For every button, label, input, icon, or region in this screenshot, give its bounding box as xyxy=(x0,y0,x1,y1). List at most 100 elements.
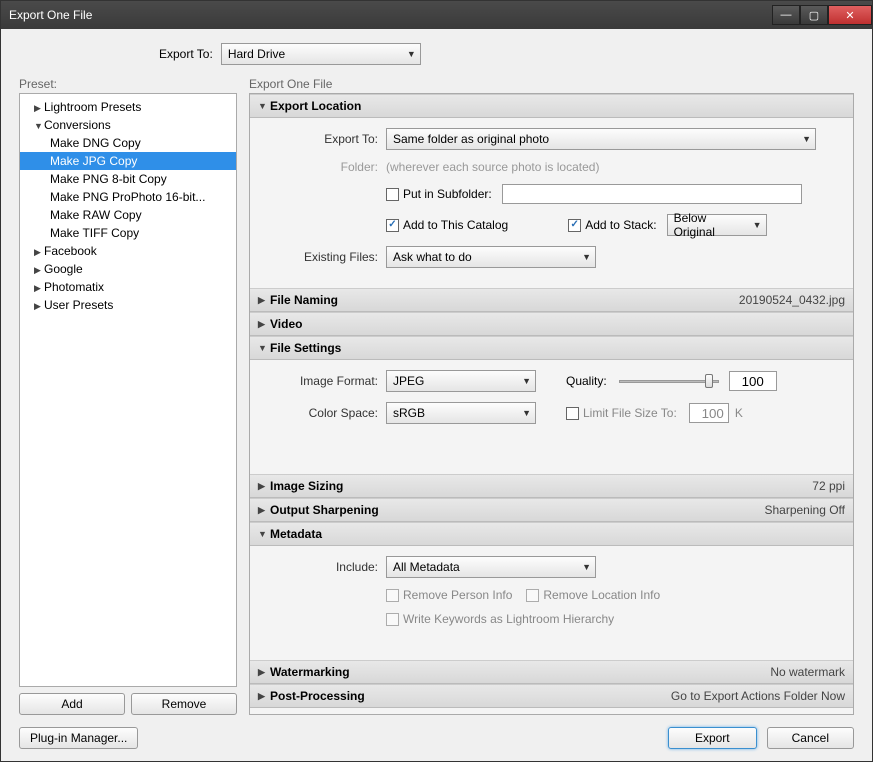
field-label: Folder: xyxy=(268,160,378,174)
preset-group-photomatix[interactable]: ▶Photomatix xyxy=(20,278,236,296)
cancel-button[interactable]: Cancel xyxy=(767,727,854,749)
preset-group-google[interactable]: ▶Google xyxy=(20,260,236,278)
add-to-catalog-checkbox[interactable] xyxy=(386,219,399,232)
preset-buttons: Add Remove xyxy=(19,693,237,715)
chevron-down-icon: ▼ xyxy=(802,134,811,144)
preset-group-user[interactable]: ▶User Presets xyxy=(20,296,236,314)
section-header-file-naming[interactable]: ▶ File Naming 20190524_0432.jpg xyxy=(250,288,853,312)
disclosure-down-icon: ▼ xyxy=(258,343,270,353)
window-title: Export One File xyxy=(9,8,772,22)
minimize-button[interactable]: — xyxy=(772,5,800,25)
quality-input[interactable] xyxy=(729,371,777,391)
preset-group-conversions[interactable]: ▼Conversions xyxy=(20,116,236,134)
preset-scroll[interactable]: ▶Lightroom Presets ▼Conversions Make DNG… xyxy=(20,94,236,686)
preset-item[interactable]: Make TIFF Copy xyxy=(20,224,236,242)
watermarking-summary: No watermark xyxy=(770,665,845,679)
close-button[interactable]: ✕ xyxy=(828,5,872,25)
remove-location-label: Remove Location Info xyxy=(543,588,660,602)
preset-listbox: ▶Lightroom Presets ▼Conversions Make DNG… xyxy=(19,93,237,687)
subfolder-input[interactable] xyxy=(502,184,802,204)
disclosure-right-icon: ▶ xyxy=(258,319,270,330)
existing-files-dropdown[interactable]: Ask what to do ▼ xyxy=(386,246,596,268)
plugin-manager-button[interactable]: Plug-in Manager... xyxy=(19,727,138,749)
dialog-content: Export To: Hard Drive ▼ Preset: ▶Lightro… xyxy=(1,29,872,761)
window-controls: — ▢ ✕ xyxy=(772,5,872,25)
chevron-down-icon: ▼ xyxy=(582,562,591,572)
add-to-stack-checkbox[interactable] xyxy=(568,219,581,232)
post-processing-summary: Go to Export Actions Folder Now xyxy=(671,689,845,703)
folder-value: (wherever each source photo is located) xyxy=(386,160,835,174)
quality-slider[interactable] xyxy=(619,371,719,391)
disclosure-right-icon: ▶ xyxy=(258,667,270,678)
settings-panel[interactable]: ▼ Export Location Export To: Same folder… xyxy=(249,93,854,715)
disclosure-right-icon: ▶ xyxy=(258,505,270,516)
remove-person-label: Remove Person Info xyxy=(403,588,512,602)
preset-item-selected[interactable]: Make JPG Copy xyxy=(20,152,236,170)
section-header-image-sizing[interactable]: ▶ Image Sizing 72 ppi xyxy=(250,474,853,498)
section-body: Image Format: JPEG ▼ Quality: xyxy=(250,360,853,474)
preset-column: Preset: ▶Lightroom Presets ▼Conversions … xyxy=(19,77,237,715)
chevron-down-icon: ▼ xyxy=(582,252,591,262)
export-to-dropdown[interactable]: Hard Drive ▼ xyxy=(221,43,421,65)
slider-thumb[interactable] xyxy=(705,374,713,388)
preset-group-facebook[interactable]: ▶Facebook xyxy=(20,242,236,260)
disclosure-right-icon: ▶ xyxy=(258,481,270,492)
preset-tree: ▶Lightroom Presets ▼Conversions Make DNG… xyxy=(20,94,236,318)
write-keywords-label: Write Keywords as Lightroom Hierarchy xyxy=(403,612,614,626)
preset-item[interactable]: Make DNG Copy xyxy=(20,134,236,152)
slider-track xyxy=(619,380,719,383)
image-format-dropdown[interactable]: JPEG ▼ xyxy=(386,370,536,392)
section-header-file-settings[interactable]: ▼ File Settings xyxy=(250,336,853,360)
section-body: Export To: Same folder as original photo… xyxy=(250,118,853,288)
location-export-to-dropdown[interactable]: Same folder as original photo ▼ xyxy=(386,128,816,150)
field-label: Existing Files: xyxy=(268,250,378,264)
section-header-export-location[interactable]: ▼ Export Location xyxy=(250,94,853,118)
disclosure-right-icon: ▶ xyxy=(34,283,44,294)
export-button[interactable]: Export xyxy=(668,727,757,749)
section-header-video[interactable]: ▶ Video xyxy=(250,312,853,336)
preset-item[interactable]: Make PNG ProPhoto 16-bit... xyxy=(20,188,236,206)
limit-file-size-input[interactable] xyxy=(689,403,729,423)
disclosure-right-icon: ▶ xyxy=(34,265,44,276)
section-export-location: ▼ Export Location Export To: Same folder… xyxy=(250,94,853,288)
titlebar[interactable]: Export One File — ▢ ✕ xyxy=(1,1,872,29)
put-in-subfolder-checkbox[interactable] xyxy=(386,188,399,201)
quality-label: Quality: xyxy=(566,374,607,388)
section-header-output-sharpening[interactable]: ▶ Output Sharpening Sharpening Off xyxy=(250,498,853,522)
disclosure-right-icon: ▶ xyxy=(34,247,44,258)
export-to-value: Hard Drive xyxy=(228,47,285,61)
put-in-subfolder-label: Put in Subfolder: xyxy=(403,187,492,201)
add-preset-button[interactable]: Add xyxy=(19,693,125,715)
remove-person-checkbox[interactable] xyxy=(386,589,399,602)
write-keywords-checkbox[interactable] xyxy=(386,613,399,626)
settings-label: Export One File xyxy=(249,77,854,91)
section-header-metadata[interactable]: ▼ Metadata xyxy=(250,522,853,546)
disclosure-right-icon: ▶ xyxy=(34,301,44,312)
limit-file-size-checkbox[interactable] xyxy=(566,407,579,420)
color-space-dropdown[interactable]: sRGB ▼ xyxy=(386,402,536,424)
metadata-include-dropdown[interactable]: All Metadata ▼ xyxy=(386,556,596,578)
disclosure-right-icon: ▶ xyxy=(258,691,270,702)
add-to-catalog-label: Add to This Catalog xyxy=(403,218,508,232)
preset-item[interactable]: Make RAW Copy xyxy=(20,206,236,224)
preset-item[interactable]: Make PNG 8-bit Copy xyxy=(20,170,236,188)
preset-group-lightroom[interactable]: ▶Lightroom Presets xyxy=(20,98,236,116)
remove-preset-button[interactable]: Remove xyxy=(131,693,237,715)
output-sharpening-summary: Sharpening Off xyxy=(764,503,845,517)
disclosure-down-icon: ▼ xyxy=(34,121,44,131)
section-file-settings: ▼ File Settings Image Format: JPEG ▼ xyxy=(250,336,853,474)
section-header-post-processing[interactable]: ▶ Post-Processing Go to Export Actions F… xyxy=(250,684,853,708)
limit-file-size-label: Limit File Size To: xyxy=(583,406,677,420)
add-to-stack-label: Add to Stack: xyxy=(585,218,656,232)
chevron-down-icon: ▼ xyxy=(753,220,762,230)
remove-location-checkbox[interactable] xyxy=(526,589,539,602)
section-header-watermarking[interactable]: ▶ Watermarking No watermark xyxy=(250,660,853,684)
disclosure-right-icon: ▶ xyxy=(34,103,44,114)
maximize-button[interactable]: ▢ xyxy=(800,5,828,25)
columns: Preset: ▶Lightroom Presets ▼Conversions … xyxy=(19,77,854,715)
chevron-down-icon: ▼ xyxy=(522,408,531,418)
export-dialog: Export One File — ▢ ✕ Export To: Hard Dr… xyxy=(0,0,873,762)
field-label: Include: xyxy=(268,560,378,574)
stack-position-dropdown[interactable]: Below Original ▼ xyxy=(667,214,767,236)
chevron-down-icon: ▼ xyxy=(407,49,416,59)
